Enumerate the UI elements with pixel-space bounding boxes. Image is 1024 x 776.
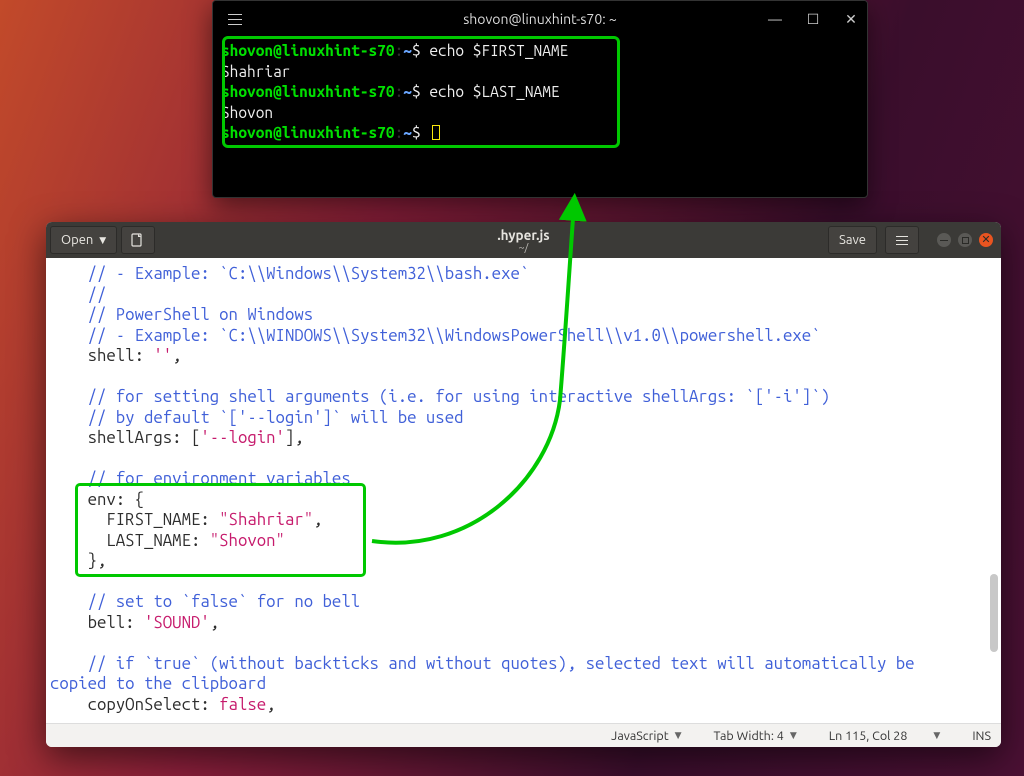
save-button[interactable]: Save	[828, 226, 877, 254]
new-document-icon	[130, 233, 146, 247]
terminal-prompt: shovon@linuxhint-s70	[221, 42, 395, 59]
editor-statusbar: JavaScript▼ Tab Width: 4▼ Ln 115, Col 28…	[46, 723, 1001, 747]
maximize-icon[interactable]: ☐	[805, 11, 821, 28]
open-button[interactable]: Open ▼	[50, 226, 117, 254]
editor-scrollbar[interactable]	[988, 258, 1000, 723]
editor-window-controls: ✕	[937, 233, 993, 247]
code-content: // - Example: `C:\\Windows\\System32\\ba…	[50, 264, 1001, 715]
status-tabwidth[interactable]: Tab Width: 4▼	[714, 729, 797, 743]
terminal-command-1: echo $FIRST_NAME	[429, 42, 568, 59]
hamburger-icon	[888, 226, 916, 254]
terminal-cursor	[432, 125, 440, 140]
terminal-window: shovon@linuxhint-s70: ~ — ☐ ✕ shovon@lin…	[212, 0, 868, 198]
new-tab-button[interactable]	[121, 226, 155, 254]
editor-header: Open ▼ .hyper.js ~/ Save ✕	[46, 222, 1001, 258]
terminal-output-2: Shovon	[221, 104, 273, 121]
status-language[interactable]: JavaScript▼	[611, 729, 681, 743]
hamburger-icon[interactable]	[221, 5, 249, 33]
terminal-output-1: Shahriar	[221, 63, 290, 80]
chevron-down-icon: ▼	[99, 235, 106, 246]
terminal-titlebar: shovon@linuxhint-s70: ~ — ☐ ✕	[213, 1, 867, 37]
terminal-body[interactable]: shovon@linuxhint-s70:~$ echo $FIRST_NAME…	[221, 41, 859, 189]
editor-menu-button[interactable]	[885, 226, 919, 254]
terminal-window-controls: — ☐ ✕	[767, 11, 859, 28]
editor-scroll-thumb[interactable]	[990, 574, 998, 652]
status-insert-mode: INS	[972, 729, 991, 743]
editor-close-button[interactable]: ✕	[979, 233, 993, 247]
editor-body[interactable]: // - Example: `C:\\Windows\\System32\\ba…	[46, 258, 1001, 723]
status-position: Ln 115, Col 28▼	[829, 729, 941, 743]
minimize-icon[interactable]: —	[767, 11, 783, 28]
editor-maximize-button[interactable]	[958, 233, 972, 247]
terminal-command-2: echo $LAST_NAME	[429, 83, 559, 100]
editor-minimize-button[interactable]	[937, 233, 951, 247]
close-icon[interactable]: ✕	[843, 11, 859, 28]
editor-window: Open ▼ .hyper.js ~/ Save ✕	[46, 222, 1001, 747]
